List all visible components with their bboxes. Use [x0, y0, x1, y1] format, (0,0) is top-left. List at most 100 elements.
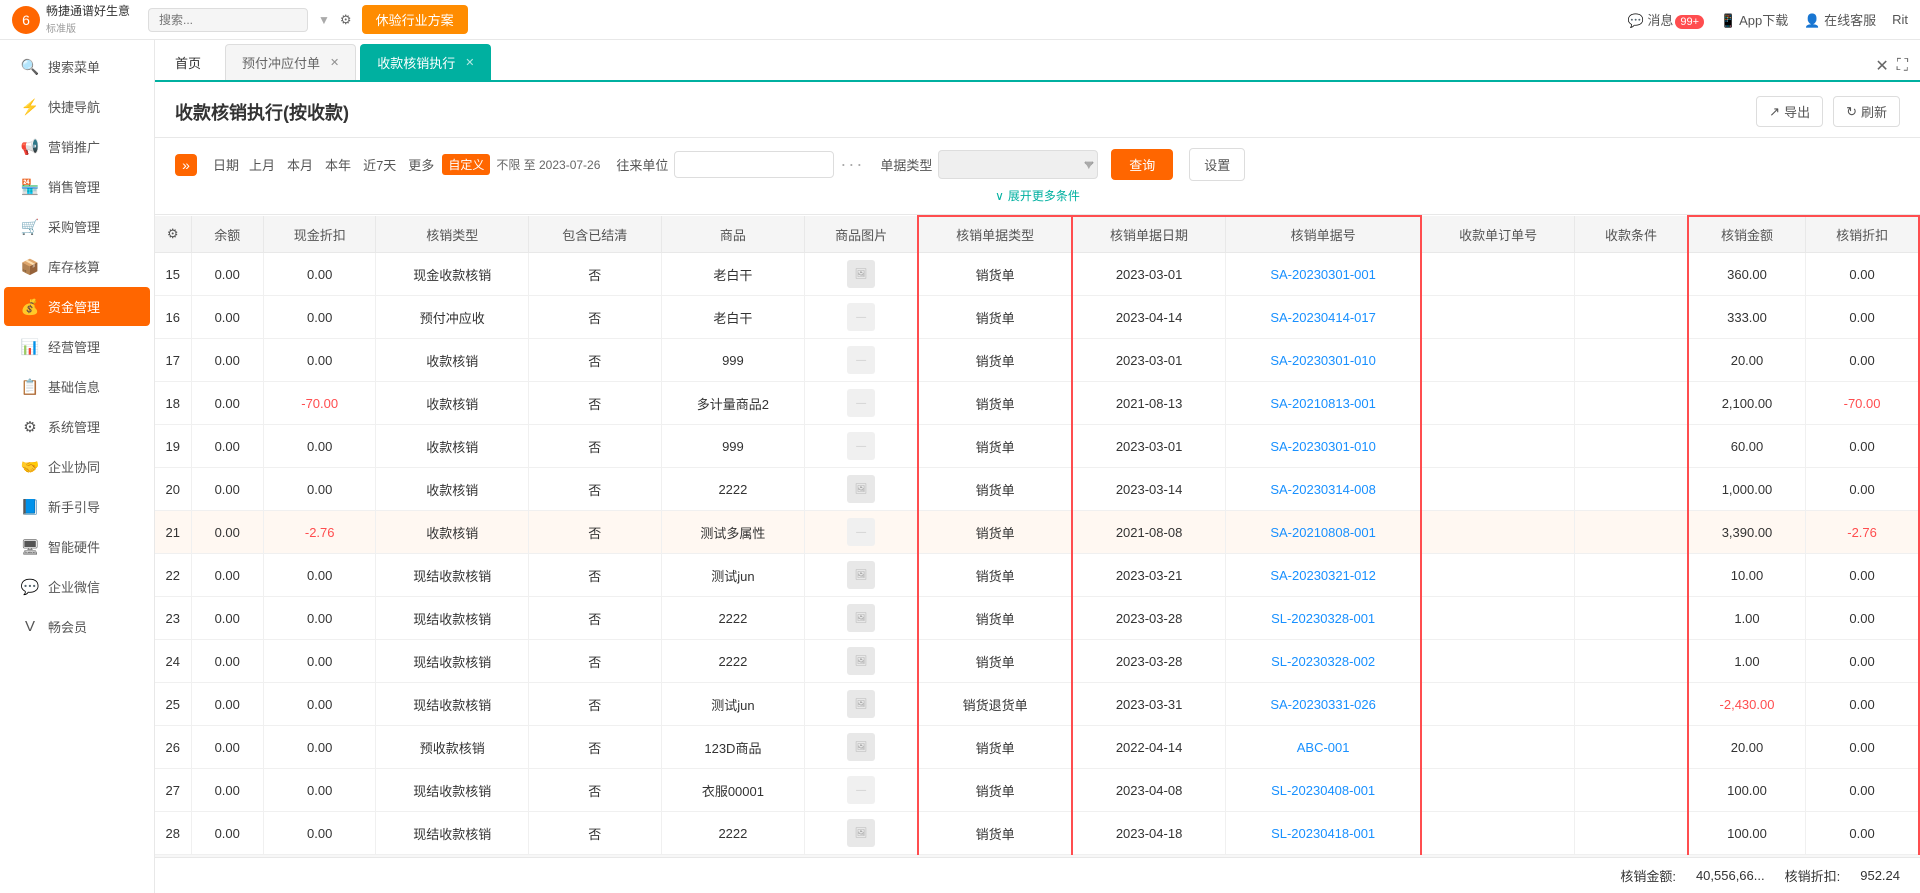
table-row: 27 0.00 0.00 现结收款核销 否 衣服00001 — 销货单 2023… [155, 769, 1919, 812]
cell-balance: 0.00 [191, 382, 263, 425]
cell-receipt-condition [1575, 468, 1688, 511]
sidebar-label-purchase: 采购管理 [48, 217, 100, 236]
cell-included-clear: 否 [529, 812, 662, 855]
bill-no-link[interactable]: SA-20230301-010 [1270, 439, 1376, 454]
bill-no-link[interactable]: SL-20230408-001 [1271, 783, 1375, 798]
app-download-btn[interactable]: 📱 App下载 [1720, 10, 1788, 29]
counterpart-input[interactable] [674, 151, 834, 178]
sidebar-item-hardware[interactable]: 🖥智能硬件 [4, 527, 150, 566]
cell-verify-amount: 100.00 [1688, 769, 1806, 812]
sidebar-item-search[interactable]: 🔍搜索菜单 [4, 47, 150, 86]
sidebar-item-sales[interactable]: 🏪销售管理 [4, 167, 150, 206]
sidebar-item-enterprise[interactable]: 🤝企业协同 [4, 447, 150, 486]
date-custom[interactable]: 自定义 [442, 154, 490, 175]
sidebar-icon-wechat: 💬 [20, 578, 40, 596]
tab-close-all-icon[interactable]: ✕ [1875, 56, 1888, 76]
filter-expand-button[interactable]: » [175, 154, 197, 176]
bill-no-link[interactable]: SA-20230414-017 [1270, 310, 1376, 325]
cell-included-clear: 否 [529, 253, 662, 296]
table-row: 21 0.00 -2.76 收款核销 否 测试多属性 — 销货单 2021-08… [155, 511, 1919, 554]
cell-verify-discount: 0.00 [1806, 554, 1919, 597]
date-more[interactable]: 更多 [404, 153, 438, 176]
sidebar-item-member[interactable]: V畅会员 [4, 607, 150, 646]
cell-receipt-condition [1575, 382, 1688, 425]
cell-verify-amount: 1,000.00 [1688, 468, 1806, 511]
counterpart-dots[interactable]: ··· [840, 154, 864, 175]
sidebar-item-quick-nav[interactable]: ⚡快捷导航 [4, 87, 150, 126]
top-search-input[interactable] [148, 8, 308, 32]
col-balance-header: 余额 [191, 216, 263, 253]
tab-prepay[interactable]: 预付冲应付单 ✕ [225, 44, 356, 80]
sidebar-item-wechat[interactable]: 💬企业微信 [4, 567, 150, 606]
online-service-btn[interactable]: 👤 在线客服 [1804, 10, 1876, 29]
sidebar-item-system[interactable]: ⚙系统管理 [4, 407, 150, 446]
cell-bill-type: 销货单 [918, 640, 1072, 683]
settings-button[interactable]: 设置 [1189, 148, 1245, 181]
bill-no-link[interactable]: SL-20230328-001 [1271, 611, 1375, 626]
cell-num: 27 [155, 769, 191, 812]
cell-receipt-condition [1575, 683, 1688, 726]
date-this-month[interactable]: 本月 [283, 153, 317, 176]
message-btn[interactable]: 💬 消息99+ [1628, 10, 1705, 29]
cell-receipt-order [1421, 296, 1574, 339]
sidebar-item-inventory[interactable]: 📦库存核算 [4, 247, 150, 286]
cell-verify-discount: 0.00 [1806, 812, 1919, 855]
tab-prepay-close[interactable]: ✕ [330, 56, 339, 69]
cell-included-clear: 否 [529, 769, 662, 812]
bill-type-select[interactable] [938, 150, 1098, 179]
cell-receipt-order [1421, 339, 1574, 382]
cell-bill-no: SL-20230408-001 [1225, 769, 1421, 812]
cell-verify-discount: 0.00 [1806, 253, 1919, 296]
cell-verify-type: 现结收款核销 [376, 554, 529, 597]
bill-no-link[interactable]: SA-20230321-012 [1270, 568, 1376, 583]
bill-no-link[interactable]: ABC-001 [1297, 740, 1350, 755]
date-prev-month[interactable]: 上月 [245, 153, 279, 176]
sidebar-item-operations[interactable]: 📊经营管理 [4, 327, 150, 366]
dropdown-icon[interactable]: ▼ [318, 13, 330, 27]
sidebar-label-operations: 经营管理 [48, 337, 100, 356]
tab-expand-icon[interactable]: ⛶ [1897, 57, 1908, 75]
expand-more-conditions[interactable]: ∨ 展开更多条件 [175, 187, 1900, 204]
cell-num: 28 [155, 812, 191, 855]
bill-no-link[interactable]: SA-20230314-008 [1270, 482, 1376, 497]
sidebar-item-marketing[interactable]: 📢营销推广 [4, 127, 150, 166]
bill-no-link[interactable]: SL-20230328-002 [1271, 654, 1375, 669]
sidebar-item-purchase[interactable]: 🛒采购管理 [4, 207, 150, 246]
bill-no-link[interactable]: SA-20210808-001 [1270, 525, 1376, 540]
cell-num: 26 [155, 726, 191, 769]
bill-no-link[interactable]: SA-20230301-001 [1270, 267, 1376, 282]
bill-no-link[interactable]: SA-20230331-026 [1270, 697, 1376, 712]
bill-no-link[interactable]: SA-20210813-001 [1270, 396, 1376, 411]
tab-receipt-verify-close[interactable]: ✕ [465, 56, 474, 69]
tab-home[interactable]: 首页 [155, 44, 221, 80]
settings-icon[interactable]: ⚙ [340, 12, 352, 28]
goods-image: 🖼 [847, 260, 875, 288]
cell-bill-date: 2023-04-14 [1072, 296, 1225, 339]
sidebar-item-finance[interactable]: 💰资金管理 [4, 287, 150, 326]
cell-included-clear: 否 [529, 640, 662, 683]
sidebar-item-base[interactable]: 📋基础信息 [4, 367, 150, 406]
date-7days[interactable]: 近7天 [359, 153, 400, 176]
cell-receipt-condition [1575, 812, 1688, 855]
cell-num: 20 [155, 468, 191, 511]
cell-cash-discount: 0.00 [263, 683, 376, 726]
bill-no-link[interactable]: SA-20230301-010 [1270, 353, 1376, 368]
query-button[interactable]: 查询 [1111, 149, 1173, 180]
verify-amount-total: 40,556,66... [1696, 868, 1765, 883]
sidebar-label-system: 系统管理 [48, 417, 100, 436]
cell-verify-discount: 0.00 [1806, 683, 1919, 726]
cell-balance: 0.00 [191, 468, 263, 511]
col-settings-header[interactable]: ⚙ [155, 216, 191, 253]
industry-btn[interactable]: 休验行业方案 [362, 5, 468, 34]
export-button[interactable]: ↗ 导出 [1756, 96, 1823, 127]
cell-verify-amount: 20.00 [1688, 339, 1806, 382]
date-this-year[interactable]: 本年 [321, 153, 355, 176]
bill-no-link[interactable]: SL-20230418-001 [1271, 826, 1375, 841]
sidebar-item-guide[interactable]: 📘新手引导 [4, 487, 150, 526]
cell-balance: 0.00 [191, 597, 263, 640]
cell-bill-type: 销货单 [918, 597, 1072, 640]
content-area: 首页 预付冲应付单 ✕ 收款核销执行 ✕ ✕ ⛶ 收款核销执行(按收款) ↗ [155, 40, 1920, 893]
refresh-button[interactable]: ↻ 刷新 [1833, 96, 1900, 127]
tab-receipt-verify[interactable]: 收款核销执行 ✕ [360, 44, 491, 80]
cell-verify-type: 现结收款核销 [376, 812, 529, 855]
